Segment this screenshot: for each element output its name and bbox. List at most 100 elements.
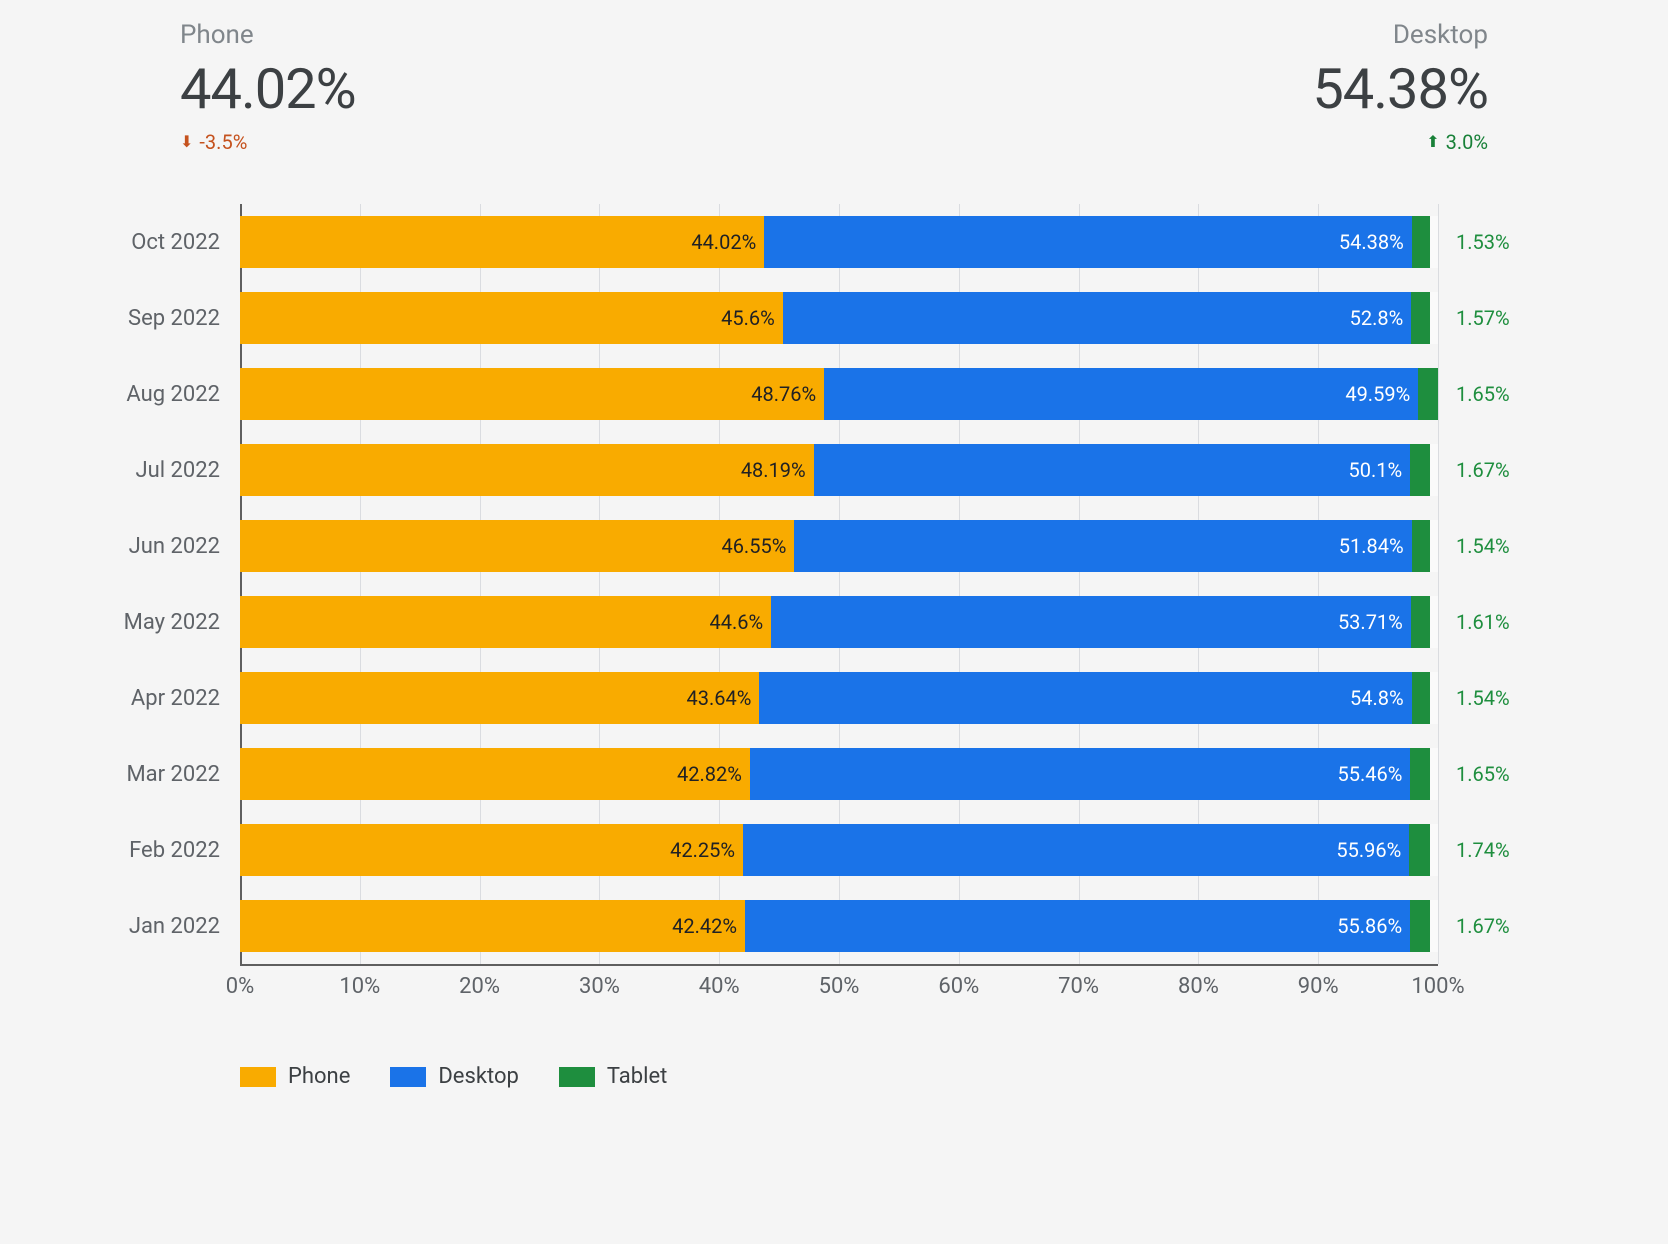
row-label: Jul 2022 (90, 458, 240, 483)
bar-track: 42.82%55.46% (240, 748, 1438, 800)
segment-phone: 44.02% (240, 216, 764, 268)
segment-gap (1430, 672, 1438, 724)
segment-tablet (1410, 444, 1430, 496)
segment-tablet (1410, 748, 1430, 800)
tablet-value-label: 1.53% (1438, 230, 1528, 254)
tablet-value-label: 1.54% (1438, 686, 1528, 710)
bar-row: Jan 202242.42%55.86%1.67% (90, 888, 1528, 964)
bar-track: 45.6%52.8% (240, 292, 1438, 344)
row-label: Aug 2022 (90, 382, 240, 407)
tablet-value-label: 1.57% (1438, 306, 1528, 330)
x-tick: 50% (819, 974, 860, 999)
x-tick: 60% (938, 974, 979, 999)
arrow-down-icon: ⬇ (180, 134, 193, 150)
bar-row: Mar 202242.82%55.46%1.65% (90, 736, 1528, 812)
kpi-desktop-delta-text: 3.0% (1446, 130, 1488, 154)
legend-tablet-label: Tablet (607, 1064, 667, 1089)
segment-gap (1430, 216, 1438, 268)
row-label: Mar 2022 (90, 762, 240, 787)
bar-row: Aug 202248.76%49.59%1.65% (90, 356, 1528, 432)
row-label: Apr 2022 (90, 686, 240, 711)
tablet-value-label: 1.54% (1438, 534, 1528, 558)
segment-tablet (1411, 292, 1430, 344)
bar-track: 48.19%50.1% (240, 444, 1438, 496)
row-label: Sep 2022 (90, 306, 240, 331)
bar-track: 42.25%55.96% (240, 824, 1438, 876)
bar-row: Jul 202248.19%50.1%1.67% (90, 432, 1528, 508)
kpi-phone-delta: ⬇ -3.5% (180, 130, 356, 154)
tablet-value-label: 1.65% (1438, 762, 1528, 786)
x-axis: 0%10%20%30%40%50%60%70%80%90%100% (240, 964, 1438, 1004)
kpi-desktop: Desktop 54.38% ⬆ 3.0% (1312, 20, 1488, 154)
swatch-desktop-icon (390, 1067, 426, 1087)
segment-gap (1430, 444, 1438, 496)
segment-gap (1430, 520, 1438, 572)
bar-track: 46.55%51.84% (240, 520, 1438, 572)
bar-track: 43.64%54.8% (240, 672, 1438, 724)
legend-desktop-label: Desktop (438, 1064, 519, 1089)
segment-gap (1430, 824, 1438, 876)
swatch-tablet-icon (559, 1067, 595, 1087)
segment-desktop: 51.84% (794, 520, 1411, 572)
bar-row: Oct 202244.02%54.38% 1.53% (90, 204, 1528, 280)
segment-desktop: 54.38% (764, 216, 1412, 268)
segment-desktop: 50.1% (814, 444, 1410, 496)
row-label: Jan 2022 (90, 914, 240, 939)
kpi-desktop-value: 54.38% (1312, 56, 1488, 122)
segment-tablet (1410, 900, 1430, 952)
x-tick: 100% (1411, 974, 1464, 999)
kpi-row: Phone 44.02% ⬇ -3.5% Desktop 54.38% ⬆ 3.… (180, 20, 1488, 154)
tablet-value-label: 1.61% (1438, 610, 1528, 634)
segment-phone: 43.64% (240, 672, 759, 724)
segment-phone: 42.25% (240, 824, 743, 876)
segment-gap (1430, 596, 1438, 648)
legend: Phone Desktop Tablet (240, 1064, 1608, 1089)
kpi-phone-delta-text: -3.5% (199, 130, 247, 154)
segment-phone: 48.19% (240, 444, 814, 496)
tablet-value-label: 1.67% (1438, 914, 1528, 938)
legend-phone-label: Phone (288, 1064, 350, 1089)
bar-row: Feb 202242.25%55.96%1.74% (90, 812, 1528, 888)
segment-tablet (1412, 216, 1430, 268)
segment-tablet (1411, 596, 1430, 648)
segment-phone: 42.42% (240, 900, 745, 952)
legend-item-phone: Phone (240, 1064, 350, 1089)
segment-desktop: 55.86% (745, 900, 1410, 952)
segment-tablet (1412, 672, 1430, 724)
bar-track: 42.42%55.86% (240, 900, 1438, 952)
segment-desktop: 55.96% (743, 824, 1409, 876)
kpi-phone: Phone 44.02% ⬇ -3.5% (180, 20, 356, 154)
segment-gap (1430, 748, 1438, 800)
segment-tablet (1418, 368, 1438, 420)
segment-phone: 44.6% (240, 596, 771, 648)
row-label: Feb 2022 (90, 838, 240, 863)
x-tick: 40% (699, 974, 740, 999)
arrow-up-icon: ⬆ (1426, 134, 1439, 150)
chart-container: Phone 44.02% ⬇ -3.5% Desktop 54.38% ⬆ 3.… (0, 0, 1668, 1244)
kpi-desktop-delta: ⬆ 3.0% (1312, 130, 1488, 154)
x-tick: 0% (226, 974, 254, 999)
bar-row: Apr 202243.64%54.8%1.54% (90, 660, 1528, 736)
row-label: Oct 2022 (90, 230, 240, 255)
x-tick: 20% (459, 974, 500, 999)
x-tick: 90% (1298, 974, 1339, 999)
bar-track: 44.6%53.71% (240, 596, 1438, 648)
stacked-bar-chart: Oct 202244.02%54.38% 1.53% Sep 202245.6%52… (90, 204, 1528, 1004)
kpi-phone-label: Phone (180, 20, 356, 50)
segment-phone: 42.82% (240, 748, 750, 800)
segment-gap (1430, 900, 1438, 952)
x-tick: 30% (579, 974, 620, 999)
segment-gap (1430, 292, 1438, 344)
bar-row: Sep 202245.6%52.8%1.57% (90, 280, 1528, 356)
x-tick: 10% (339, 974, 380, 999)
segment-tablet (1409, 824, 1430, 876)
bar-row: May 202244.6%53.71%1.61% (90, 584, 1528, 660)
x-tick: 80% (1178, 974, 1219, 999)
segment-desktop: 52.8% (783, 292, 1412, 344)
bar-row: Jun 202246.55%51.84%1.54% (90, 508, 1528, 584)
legend-item-desktop: Desktop (390, 1064, 519, 1089)
segment-desktop: 49.59% (824, 368, 1418, 420)
segment-phone: 48.76% (240, 368, 824, 420)
plot-area: Oct 202244.02%54.38% 1.53% Sep 202245.6%52… (90, 204, 1528, 964)
segment-desktop: 54.8% (759, 672, 1411, 724)
